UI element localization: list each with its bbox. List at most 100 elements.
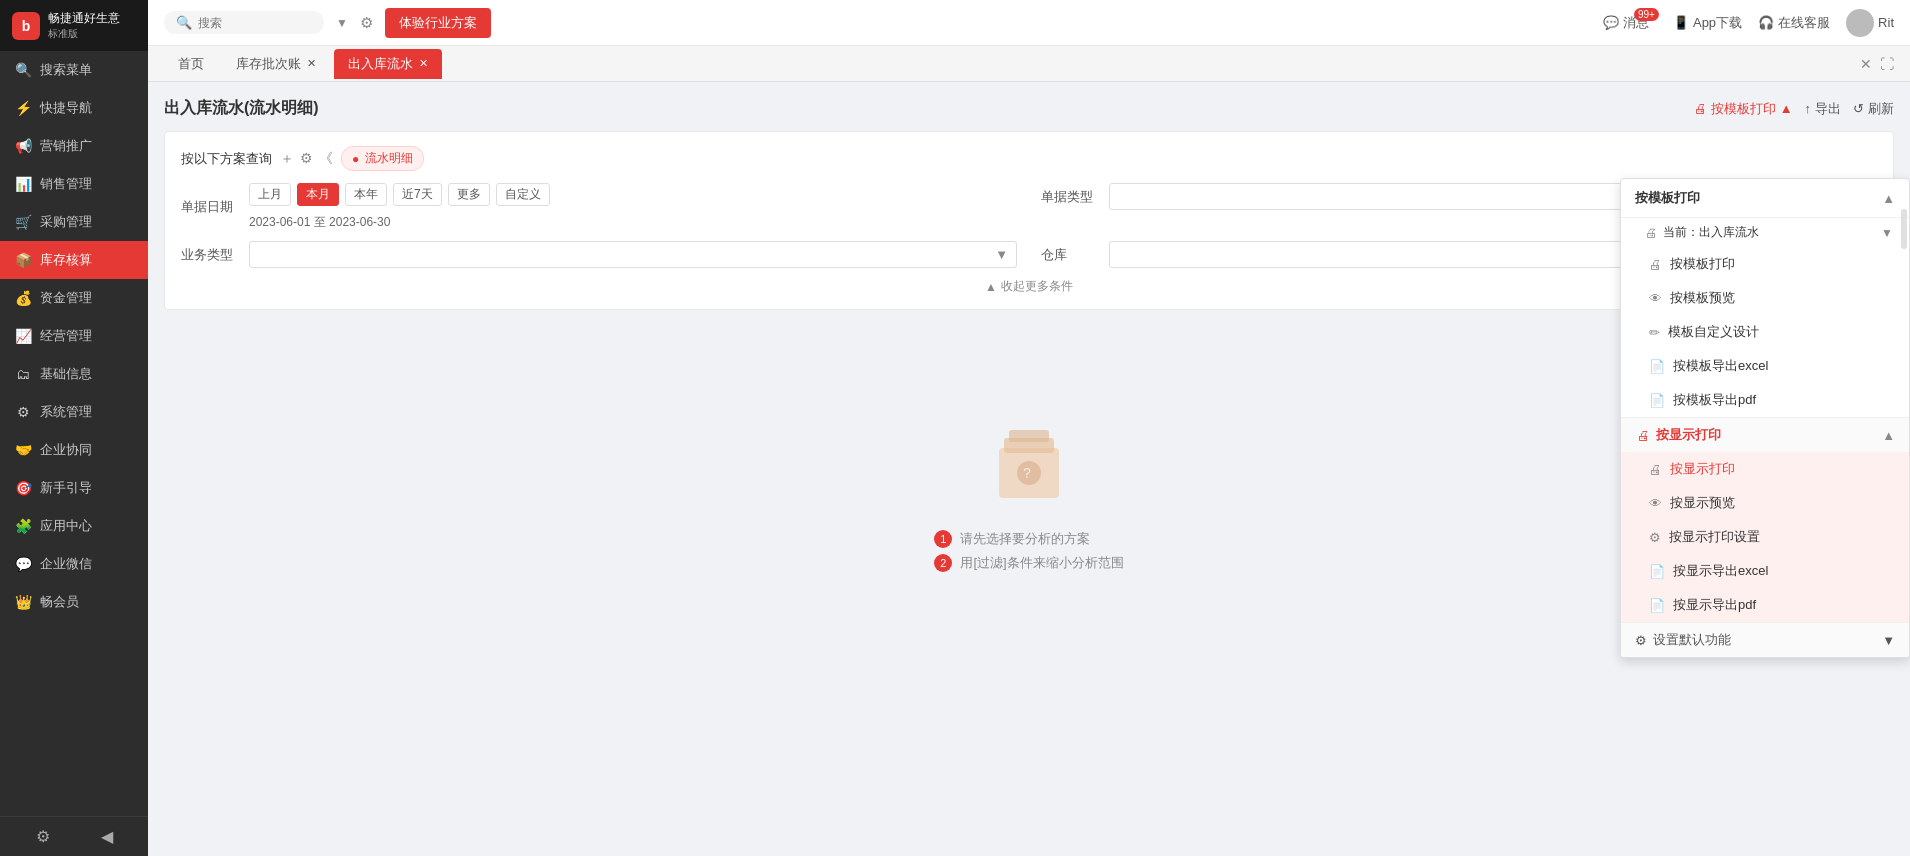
display-print-header-icon: 🖨 bbox=[1637, 428, 1650, 443]
sidebar-item-search[interactable]: 🔍 搜索菜单 bbox=[0, 51, 148, 89]
inventory-icon: 📦 bbox=[14, 252, 32, 268]
sidebar: b 畅捷通好生意 标准版 🔍 搜索菜单 ⚡ 快捷导航 📢 营销推广 📊 销售管理… bbox=[0, 0, 148, 856]
tab-home[interactable]: 首页 bbox=[164, 49, 218, 79]
empty-hints: 1 请先选择要分析的方案 2 用[过滤]条件来缩小分析范围 bbox=[934, 530, 1123, 572]
svg-rect-2 bbox=[1009, 430, 1049, 442]
operation-icon: 📈 bbox=[14, 328, 32, 344]
chevron-up-icon: ▲ bbox=[1780, 101, 1793, 116]
basic-icon: 🗂 bbox=[14, 366, 32, 382]
marketing-icon: 📢 bbox=[14, 138, 32, 154]
dropdown-item-template-preview[interactable]: 👁 按模板预览 bbox=[1633, 281, 1909, 315]
message-badge: 99+ bbox=[1634, 8, 1659, 21]
template-print-items: 🖨 按模板打印 👁 按模板预览 ✏ 模板自定义设计 📄 按模板导出excel 📄 bbox=[1621, 247, 1909, 417]
date-btn-this-year[interactable]: 本年 bbox=[345, 183, 387, 206]
dropdown-item-template-pdf[interactable]: 📄 按模板导出pdf bbox=[1633, 383, 1909, 417]
sidebar-item-coop[interactable]: 🤝 企业协同 bbox=[0, 431, 148, 469]
printer-icon: 🖨 bbox=[1694, 101, 1707, 116]
dropdown-item-display-settings[interactable]: ⚙ 按显示打印设置 bbox=[1633, 520, 1909, 554]
dropdown-scrollbar[interactable] bbox=[1901, 209, 1907, 249]
date-btn-last-month[interactable]: 上月 bbox=[249, 183, 291, 206]
collapse-sidebar-icon[interactable]: ◀ bbox=[101, 827, 113, 846]
tab-batch[interactable]: 库存批次账 ✕ bbox=[222, 49, 330, 79]
date-btn-this-month[interactable]: 本月 bbox=[297, 183, 339, 206]
dropdown-chevron-up-icon[interactable]: ▲ bbox=[1882, 191, 1895, 206]
filter-add-icon[interactable]: ＋ bbox=[280, 150, 294, 168]
message-icon: 💬 bbox=[1603, 15, 1619, 30]
date-btn-7days[interactable]: 近7天 bbox=[393, 183, 442, 206]
title-actions: 🖨 按模板打印 ▲ ↑ 导出 ↺ 刷新 bbox=[1694, 100, 1894, 118]
sidebar-item-sales[interactable]: 📊 销售管理 bbox=[0, 165, 148, 203]
business-type-select[interactable]: ▼ bbox=[249, 241, 1017, 268]
dropdown-item-display-excel[interactable]: 📄 按显示导出excel bbox=[1633, 554, 1909, 588]
user-avatar-area[interactable]: Rit bbox=[1846, 9, 1894, 37]
display-print-items: 🖨 按显示打印 👁 按显示预览 ⚙ 按显示打印设置 📄 按显示导出excel 📄 bbox=[1621, 452, 1909, 622]
pdf-item-icon: 📄 bbox=[1649, 393, 1665, 408]
business-type-label: 业务类型 bbox=[181, 246, 241, 264]
tab-close-all-icon[interactable]: ✕ bbox=[1860, 56, 1872, 72]
sidebar-item-shortcut[interactable]: ⚡ 快捷导航 bbox=[0, 89, 148, 127]
display-section-chevron-up-icon[interactable]: ▲ bbox=[1882, 428, 1895, 443]
tab-expand-icon[interactable]: ⛶ bbox=[1880, 56, 1894, 72]
filter-business-type-field: 业务类型 ▼ bbox=[181, 241, 1017, 268]
filter-label: 按以下方案查询 bbox=[181, 150, 272, 168]
dropdown-current-item: 🖨 当前：出入库流水 ▼ bbox=[1621, 218, 1909, 247]
date-options: 上月 本月 本年 近7天 更多 自定义 bbox=[249, 183, 550, 206]
topbar-gear-icon[interactable]: ⚙ bbox=[360, 14, 373, 32]
dropdown-footer[interactable]: ⚙ 设置默认功能 ▼ bbox=[1621, 622, 1909, 657]
topbar-chevron-icon[interactable]: ▼ bbox=[336, 16, 348, 30]
dropdown-item-template-custom[interactable]: ✏ 模板自定义设计 bbox=[1633, 315, 1909, 349]
dropdown-header-right: ▲ bbox=[1882, 191, 1895, 206]
dropdown-item-template-excel[interactable]: 📄 按模板导出excel bbox=[1633, 349, 1909, 383]
date-btn-custom[interactable]: 自定义 bbox=[496, 183, 550, 206]
sidebar-item-system[interactable]: ⚙ 系统管理 bbox=[0, 393, 148, 431]
display-print-section-header[interactable]: 🖨 按显示打印 ▲ bbox=[1621, 417, 1909, 452]
sidebar-bottom: ⚙ ◀ bbox=[0, 816, 148, 856]
display-preview-icon: 👁 bbox=[1649, 496, 1662, 511]
date-btn-more[interactable]: 更多 bbox=[448, 183, 490, 206]
business-type-dropdown-icon: ▼ bbox=[995, 247, 1008, 262]
page-title-bar: 出入库流水(流水明细) 🖨 按模板打印 ▲ ↑ 导出 ↺ 刷新 bbox=[164, 98, 1894, 119]
display-pdf-icon: 📄 bbox=[1649, 598, 1665, 613]
preview-item-icon: 👁 bbox=[1649, 291, 1662, 306]
dropdown-item-template-print[interactable]: 🖨 按模板打印 bbox=[1633, 247, 1909, 281]
topbar-search-box[interactable]: 🔍 bbox=[164, 11, 324, 34]
sidebar-item-basic[interactable]: 🗂 基础信息 bbox=[0, 355, 148, 393]
message-button[interactable]: 💬 消息 99+ bbox=[1603, 14, 1649, 32]
tab-flow[interactable]: 出入库流水 ✕ bbox=[334, 49, 442, 79]
filter-collapse-icon[interactable]: 《 bbox=[319, 150, 333, 168]
headset-icon: 🎧 bbox=[1758, 15, 1774, 30]
settings-bottom-icon[interactable]: ⚙ bbox=[36, 827, 50, 846]
sidebar-item-apps[interactable]: 🧩 应用中心 bbox=[0, 507, 148, 545]
sidebar-item-marketing[interactable]: 📢 营销推广 bbox=[0, 127, 148, 165]
sidebar-item-wechat[interactable]: 💬 企业微信 bbox=[0, 545, 148, 583]
industry-solution-button[interactable]: 体验行业方案 bbox=[385, 8, 491, 38]
dropdown-item-display-preview[interactable]: 👁 按显示预览 bbox=[1633, 486, 1909, 520]
display-settings-icon: ⚙ bbox=[1649, 530, 1661, 545]
tab-batch-close-icon[interactable]: ✕ bbox=[307, 57, 316, 70]
refresh-button[interactable]: ↺ 刷新 bbox=[1853, 100, 1894, 118]
current-icon: 🖨 bbox=[1645, 226, 1657, 240]
sidebar-item-member[interactable]: 👑 畅会员 bbox=[0, 583, 148, 621]
sidebar-item-finance[interactable]: 💰 资金管理 bbox=[0, 279, 148, 317]
sidebar-item-purchase[interactable]: 🛒 采购管理 bbox=[0, 203, 148, 241]
dropdown-item-display-pdf[interactable]: 📄 按显示导出pdf bbox=[1633, 588, 1909, 622]
phone-icon: 📱 bbox=[1673, 15, 1689, 30]
filter-active-tag[interactable]: ● 流水明细 bbox=[341, 146, 424, 171]
topbar-search-input[interactable] bbox=[198, 16, 298, 30]
bill-type-label: 单据类型 bbox=[1041, 188, 1101, 206]
filter-settings-icon[interactable]: ⚙ bbox=[300, 150, 313, 168]
tab-flow-close-icon[interactable]: ✕ bbox=[419, 57, 428, 70]
empty-state-icon: ? bbox=[979, 418, 1079, 518]
wechat-icon: 💬 bbox=[14, 556, 32, 572]
sidebar-item-inventory[interactable]: 📦 库存核算 bbox=[0, 241, 148, 279]
customer-service-button[interactable]: 🎧 在线客服 bbox=[1758, 14, 1830, 32]
tabbar: 首页 库存批次账 ✕ 出入库流水 ✕ ✕ ⛶ bbox=[148, 46, 1910, 82]
shortcut-icon: ⚡ bbox=[14, 100, 32, 116]
sidebar-item-operation[interactable]: 📈 经营管理 bbox=[0, 317, 148, 355]
dropdown-item-display-print[interactable]: 🖨 按显示打印 bbox=[1633, 452, 1909, 486]
app-download-button[interactable]: 📱 App下载 bbox=[1673, 14, 1742, 32]
print-template-button[interactable]: 🖨 按模板打印 ▲ bbox=[1694, 100, 1793, 118]
export-button[interactable]: ↑ 导出 bbox=[1805, 100, 1842, 118]
print-dropdown-panel: 按模板打印 ▲ 🖨 当前：出入库流水 ▼ 🖨 按模板打印 👁 按模板 bbox=[1620, 178, 1910, 658]
sidebar-item-guide[interactable]: 🎯 新手引导 bbox=[0, 469, 148, 507]
